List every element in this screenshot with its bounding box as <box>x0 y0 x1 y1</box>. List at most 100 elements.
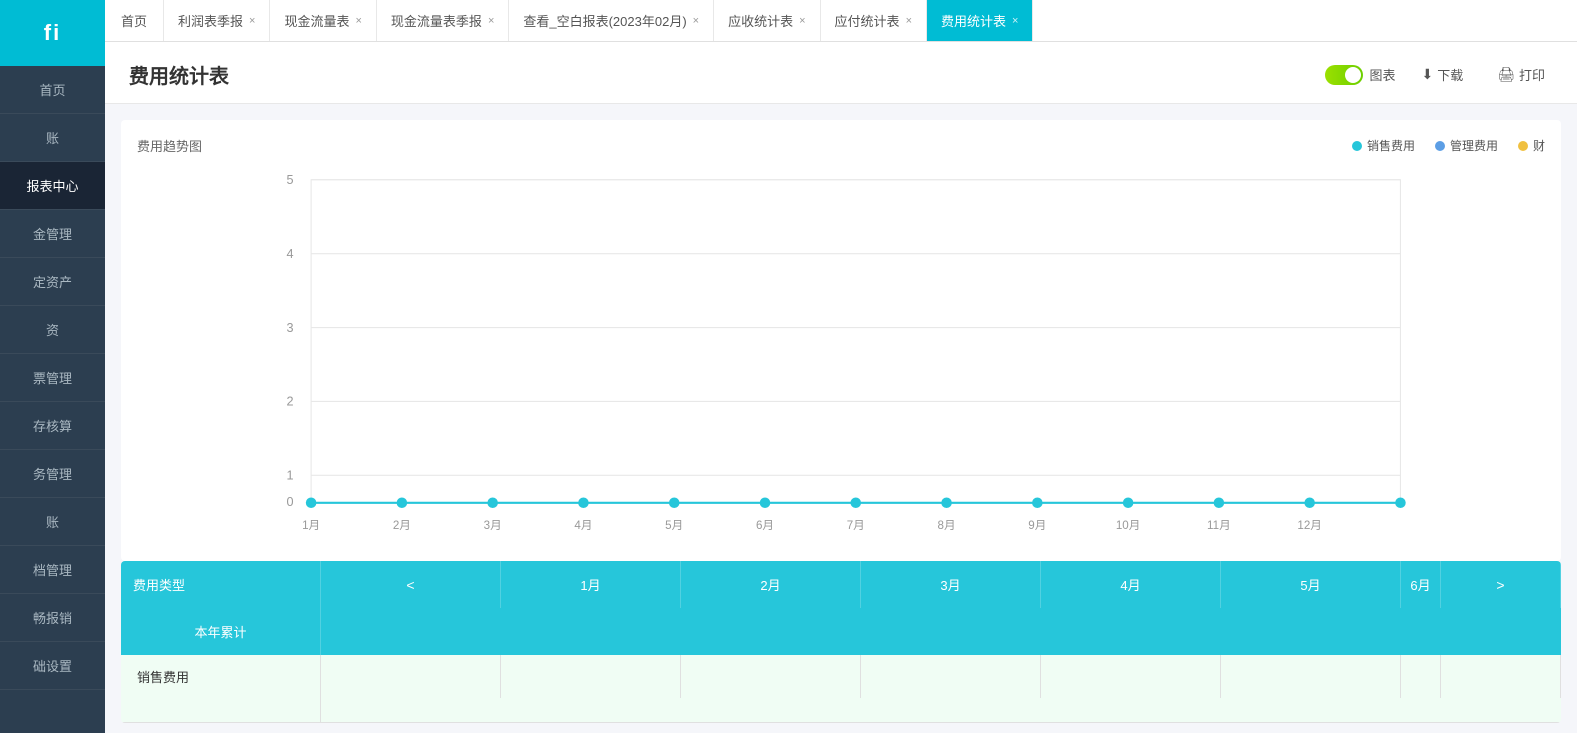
svg-text:5月: 5月 <box>665 519 683 532</box>
table-cell-m1 <box>501 655 681 698</box>
legend-mgmt-cost: 管理费用 <box>1435 137 1498 154</box>
sidebar-item-basic-settings[interactable]: 础设置 <box>0 642 105 690</box>
tab-profit-quarterly[interactable]: 利润表季报 × <box>164 0 270 42</box>
legend-dot-finance <box>1518 141 1528 151</box>
download-icon: ⬇ <box>1421 66 1433 83</box>
sidebar-item-service-mgmt[interactable]: 务管理 <box>0 450 105 498</box>
table-cell-nav <box>321 655 501 698</box>
tab-receivable[interactable]: 应收统计表 × <box>714 0 820 42</box>
nav-prev-icon[interactable]: < <box>402 577 418 593</box>
svg-text:3月: 3月 <box>484 519 502 532</box>
legend-label-sales: 销售费用 <box>1367 137 1415 154</box>
table-cell-m2 <box>681 655 861 698</box>
table-cell-m3 <box>861 655 1041 698</box>
svg-text:1月: 1月 <box>302 519 320 532</box>
table-cell-m4 <box>1041 655 1221 698</box>
tab-cashflow-quarterly[interactable]: 现金流量表季报 × <box>377 0 509 42</box>
table-header-total: 本年累计 <box>121 608 321 655</box>
sidebar-item-report-center[interactable]: 报表中心 <box>0 162 105 210</box>
tab-cashflow[interactable]: 现金流量表 × <box>270 0 376 42</box>
table-row: 销售费用 <box>121 655 1561 723</box>
legend-dot-sales <box>1352 141 1362 151</box>
download-button[interactable]: ⬇ 下载 <box>1413 61 1471 88</box>
legend-label-finance: 财 <box>1533 137 1545 154</box>
table-section: 费用类型 < 1月 2月 3月 4月 5月 <box>121 561 1561 723</box>
table-header-m1: 1月 <box>501 561 681 608</box>
table-header-nav-next[interactable]: > <box>1441 561 1561 608</box>
content-area: 费用统计表 图表 ⬇ 下载 🖨 打印 费用趋势图 <box>105 42 1577 733</box>
tab-close-cashflow[interactable]: × <box>355 15 361 27</box>
table-cell-m6 <box>1401 655 1441 698</box>
table-cell-total <box>121 698 321 722</box>
tab-blank-report[interactable]: 查看_空白报表(2023年02月) × <box>509 0 714 42</box>
sidebar-item-investment[interactable]: 资 <box>0 306 105 354</box>
page-title: 费用统计表 <box>129 60 229 89</box>
chart-header: 费用趋势图 销售费用 管理费用 财 <box>137 136 1545 155</box>
sidebar-item-file-mgmt[interactable]: 档管理 <box>0 546 105 594</box>
sidebar-item-fixed-assets[interactable]: 定资产 <box>0 258 105 306</box>
header-actions: 图表 ⬇ 下载 🖨 打印 <box>1325 61 1553 88</box>
legend-label-mgmt: 管理费用 <box>1450 137 1498 154</box>
chart-toggle[interactable] <box>1325 65 1363 85</box>
table-header-m5: 5月 <box>1221 561 1401 608</box>
table-header-m6: 6月 <box>1401 561 1441 608</box>
svg-text:2月: 2月 <box>393 519 411 532</box>
sidebar-item-sub-ledger[interactable]: 账 <box>0 498 105 546</box>
sidebar-item-home[interactable]: 首页 <box>0 66 105 114</box>
chart-toggle-label: 图表 <box>1369 65 1395 84</box>
tab-close-receivable[interactable]: × <box>799 15 805 27</box>
svg-text:7月: 7月 <box>847 519 865 532</box>
sidebar-item-invoice-mgmt[interactable]: 票管理 <box>0 354 105 402</box>
chart-container: 5 4 3 2 1 0 <box>137 165 1545 545</box>
print-icon: 🖨 <box>1497 66 1515 83</box>
nav-next-icon[interactable]: > <box>1492 577 1508 593</box>
svg-text:9月: 9月 <box>1028 519 1046 532</box>
svg-text:2: 2 <box>286 395 293 409</box>
table-header-row: 费用类型 < 1月 2月 3月 4月 5月 <box>121 561 1561 655</box>
tab-close-blank-report[interactable]: × <box>693 15 699 27</box>
tab-close-expense-stats[interactable]: × <box>1012 15 1018 27</box>
sidebar-item-ledger[interactable]: 账 <box>0 114 105 162</box>
main-area: 首页 利润表季报 × 现金流量表 × 现金流量表季报 × 查看_空白报表(202… <box>105 0 1577 733</box>
tab-home[interactable]: 首页 <box>105 0 164 42</box>
svg-text:8月: 8月 <box>938 519 956 532</box>
svg-text:1: 1 <box>286 469 293 483</box>
legend-sales-cost: 销售费用 <box>1352 137 1415 154</box>
svg-text:4月: 4月 <box>574 519 592 532</box>
svg-text:5: 5 <box>286 173 293 187</box>
legend-finance-cost: 财 <box>1518 137 1545 154</box>
sidebar-item-sales-return[interactable]: 畅报销 <box>0 594 105 642</box>
sidebar-item-inventory[interactable]: 存核算 <box>0 402 105 450</box>
page-header: 费用统计表 图表 ⬇ 下载 🖨 打印 <box>105 42 1577 104</box>
table-cell-m5 <box>1221 655 1401 698</box>
svg-text:10月: 10月 <box>1116 519 1141 532</box>
tab-close-profit-quarterly[interactable]: × <box>249 15 255 27</box>
table-header-m2: 2月 <box>681 561 861 608</box>
table-header-m4: 4月 <box>1041 561 1221 608</box>
chart-title: 费用趋势图 <box>137 136 202 155</box>
table-header-nav-prev[interactable]: < <box>321 561 501 608</box>
tab-close-cashflow-quarterly[interactable]: × <box>488 15 494 27</box>
table-header-type: 费用类型 <box>121 561 321 608</box>
tab-close-payable[interactable]: × <box>906 15 912 27</box>
print-button[interactable]: 🖨 打印 <box>1489 61 1553 88</box>
table-cell-type: 销售费用 <box>121 655 321 698</box>
chart-toggle-wrap: 图表 <box>1325 65 1395 85</box>
table-cell-nav2 <box>1441 655 1561 698</box>
tab-expense-stats[interactable]: 费用统计表 × <box>927 0 1033 42</box>
chart-legend: 销售费用 管理费用 财 <box>1352 137 1545 154</box>
svg-text:3: 3 <box>286 321 293 335</box>
legend-dot-mgmt <box>1435 141 1445 151</box>
svg-text:6月: 6月 <box>756 519 774 532</box>
chart-svg: 5 4 3 2 1 0 <box>137 165 1545 545</box>
svg-text:0: 0 <box>286 495 293 509</box>
svg-text:12月: 12月 <box>1297 519 1322 532</box>
table-header-m3: 3月 <box>861 561 1041 608</box>
sidebar-logo: fi <box>0 0 105 66</box>
svg-text:11月: 11月 <box>1207 519 1231 532</box>
tab-payable[interactable]: 应付统计表 × <box>821 0 927 42</box>
chart-section: 费用趋势图 销售费用 管理费用 财 <box>121 120 1561 561</box>
sidebar-item-fund-mgmt[interactable]: 金管理 <box>0 210 105 258</box>
svg-text:4: 4 <box>286 247 293 261</box>
sidebar: fi 首页 账 报表中心 金管理 定资产 资 票管理 存核算 务管理 账 档管理… <box>0 0 105 733</box>
